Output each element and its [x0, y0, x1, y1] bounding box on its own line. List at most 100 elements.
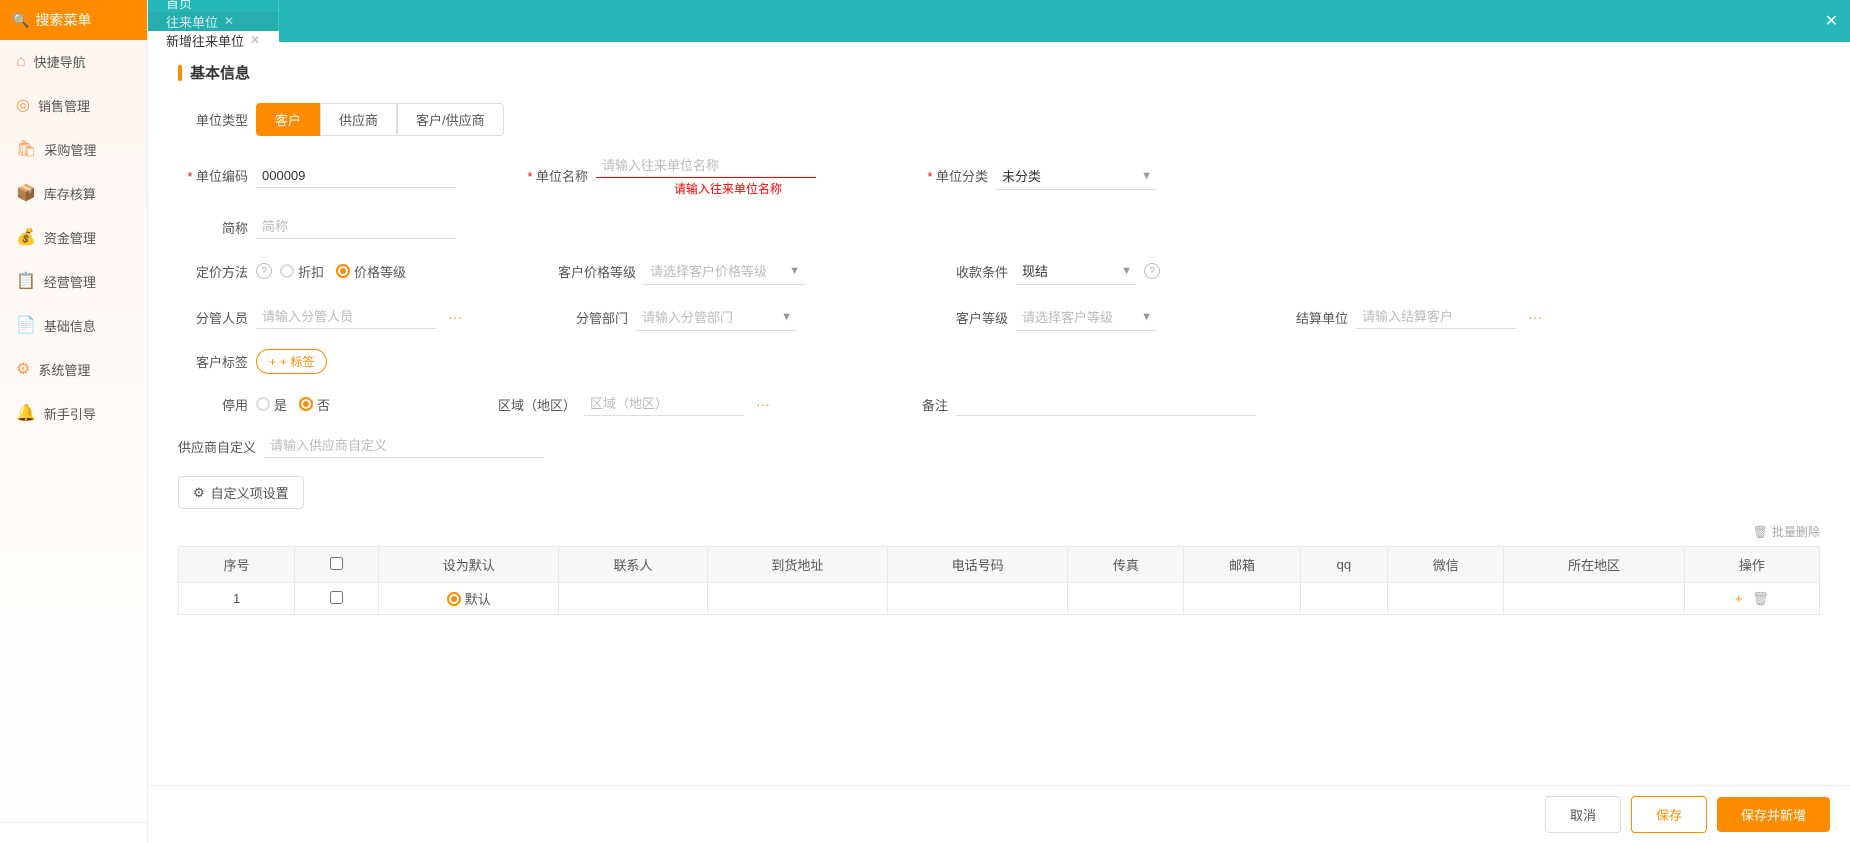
tab-home[interactable]: 首页	[148, 0, 279, 12]
unit-category-label: 单位分类	[918, 166, 988, 185]
save-new-button[interactable]: 保存并新增	[1717, 797, 1830, 832]
settlement-unit-input[interactable]	[1356, 305, 1516, 329]
sidebar-item-inventory[interactable]: 📦库存核算	[0, 171, 147, 215]
code-name-category-row: 单位编码 单位名称 请输入往来单位名称 单位分类 未分类 ▼	[178, 154, 1820, 197]
pricing-row: 定价方法 ? 折扣 价格等级 客户价格等级 请选择客户价格等级	[178, 257, 1820, 285]
remark-input[interactable]	[956, 392, 1256, 416]
tab-counterparty[interactable]: 往来单位 ✕	[148, 12, 279, 31]
sidebar-search[interactable]: 🔍 搜索菜单	[0, 0, 147, 40]
pricing-help-icon[interactable]: ?	[256, 263, 272, 279]
sidebar-label-sales: 销售管理	[38, 96, 90, 115]
price-level-select-wrapper[interactable]: 请选择客户价格等级 ▼	[644, 257, 804, 285]
sidebar-item-finance[interactable]: 💰资金管理	[0, 215, 147, 259]
type-btn-supplier[interactable]: 供应商	[320, 103, 397, 136]
unit-name-input[interactable]	[596, 154, 816, 178]
batch-delete-label: 批量删除	[1772, 523, 1820, 540]
manager-label: 分管人员	[178, 308, 248, 327]
table-col-header: 传真	[1068, 547, 1184, 583]
settlement-unit-group: 结算单位 ···	[1278, 305, 1820, 329]
row-checkbox-input[interactable]	[330, 591, 343, 604]
select-all-checkbox[interactable]	[330, 557, 343, 570]
disable-yes[interactable]: 是	[256, 395, 287, 414]
unit-type-group: 单位类型 客户 供应商 客户/供应商	[178, 103, 1820, 136]
sidebar-icon-finance: 💰	[16, 227, 36, 247]
row-add-icon[interactable]: +	[1735, 591, 1743, 606]
sidebar-item-sales[interactable]: ◎ 销售管理	[0, 83, 147, 127]
short-name-input[interactable]	[256, 215, 456, 239]
region-more-icon[interactable]: ···	[752, 396, 774, 412]
row-address	[707, 583, 887, 615]
sidebar-icon-operations: 📋	[16, 271, 36, 291]
customer-level-group: 客户等级 请选择客户等级 ▼	[938, 303, 1278, 331]
region-label: 区域（地区）	[498, 395, 576, 414]
sidebar-icon-purchase: 🛍	[16, 139, 36, 159]
cancel-button[interactable]: 取消	[1545, 796, 1621, 833]
sidebar-item-system[interactable]: ⚙系统管理	[0, 347, 147, 391]
manager-input[interactable]	[256, 305, 436, 329]
unit-code-group: 单位编码	[178, 164, 518, 188]
row-delete-icon[interactable]: 🗑	[1752, 591, 1769, 606]
pricing-radio-discount[interactable]: 折扣	[280, 262, 324, 281]
price-level-placeholder: 请选择客户价格等级	[644, 257, 804, 285]
custom-settings-label: 自定义项设置	[211, 483, 289, 502]
sidebar-item-purchase[interactable]: 🛍采购管理	[0, 127, 147, 171]
sidebar-icon-inventory: 📦	[16, 183, 36, 203]
save-button[interactable]: 保存	[1631, 796, 1707, 833]
settlement-more-icon[interactable]: ···	[1524, 309, 1546, 325]
table-header: 序号设为默认联系人到货地址电话号码传真邮箱qq微信所在地区操作	[179, 547, 1820, 583]
sidebar-item-operations[interactable]: 📋经营管理	[0, 259, 147, 303]
sidebar-icon-quick-nav: ⌂	[16, 53, 26, 71]
custom-settings-button[interactable]: ⚙ 自定义项设置	[178, 476, 304, 509]
type-btn-both[interactable]: 客户/供应商	[397, 103, 504, 136]
sidebar-icon-sales: ◎	[16, 95, 30, 115]
tag-btn-label: + 标签	[280, 353, 314, 370]
bottom-bar: 取消 保存 保存并新增	[148, 785, 1850, 843]
sidebar-item-quick-nav[interactable]: ⌂快捷导航	[0, 40, 147, 83]
close-all-button[interactable]: ✕	[1825, 11, 1838, 31]
department-label: 分管部门	[558, 308, 628, 327]
remark-group: 备注	[878, 392, 1820, 416]
sidebar-label-system: 系统管理	[38, 360, 90, 379]
batch-delete-icon: 🗑	[1753, 525, 1768, 539]
tab-close-new-counterparty[interactable]: ✕	[250, 33, 260, 47]
sidebar-item-guide[interactable]: 🔔新手引导	[0, 391, 147, 435]
payment-help-icon[interactable]: ?	[1144, 263, 1160, 279]
supplier-custom-input[interactable]	[264, 434, 544, 458]
department-group: 分管部门 请输入分管部门 ▼	[558, 303, 938, 331]
row-default-radio[interactable]: 默认	[389, 589, 548, 608]
payment-select-wrapper[interactable]: 现结 ▼	[1016, 257, 1136, 285]
row-checkbox[interactable]	[295, 583, 379, 615]
unit-code-input[interactable]	[256, 164, 456, 188]
row-contact	[559, 583, 707, 615]
row-default[interactable]: 默认	[379, 583, 559, 615]
batch-delete-button[interactable]: 🗑 批量删除	[178, 523, 1820, 540]
tab-label-new-counterparty: 新增往来单位	[166, 31, 244, 50]
short-name-group: 简称	[178, 215, 518, 239]
table-col-header: 联系人	[559, 547, 707, 583]
plus-icon: +	[269, 355, 276, 369]
department-placeholder: 请输入分管部门	[636, 303, 796, 331]
row-region	[1504, 583, 1684, 615]
region-input[interactable]	[584, 392, 744, 416]
pricing-radio-group: 折扣 价格等级	[280, 262, 406, 281]
pricing-radio-level[interactable]: 价格等级	[336, 262, 406, 281]
payment-terms-value: 现结	[1016, 257, 1136, 285]
supplier-custom-row: 供应商自定义	[178, 434, 1820, 458]
disable-no[interactable]: 否	[299, 395, 330, 414]
type-btn-customer[interactable]: 客户	[256, 103, 320, 136]
manager-more-icon[interactable]: ···	[444, 309, 466, 325]
row-actions[interactable]: + 🗑	[1684, 583, 1819, 615]
add-tag-button[interactable]: + + 标签	[256, 349, 327, 374]
row-qq	[1300, 583, 1388, 615]
manager-row: 分管人员 ··· 分管部门 请输入分管部门 ▼ 客户等级 请选择客户等级 ▼ 结…	[178, 303, 1820, 331]
main-area: 首页往来单位 ✕新增往来单位 ✕ ✕ 基本信息 单位类型 客户 供应商 客户/供…	[148, 0, 1850, 843]
tab-new-counterparty[interactable]: 新增往来单位 ✕	[148, 31, 279, 50]
tab-label-home: 首页	[166, 0, 192, 12]
department-select-wrapper[interactable]: 请输入分管部门 ▼	[636, 303, 796, 331]
region-group: 区域（地区） ···	[498, 392, 878, 416]
customer-price-level-label: 客户价格等级	[558, 262, 636, 281]
customer-level-select-wrapper[interactable]: 请选择客户等级 ▼	[1016, 303, 1156, 331]
tab-close-counterparty[interactable]: ✕	[224, 14, 234, 28]
sidebar-item-basic-info[interactable]: 📄基础信息	[0, 303, 147, 347]
radio-discount-circle	[280, 264, 294, 278]
